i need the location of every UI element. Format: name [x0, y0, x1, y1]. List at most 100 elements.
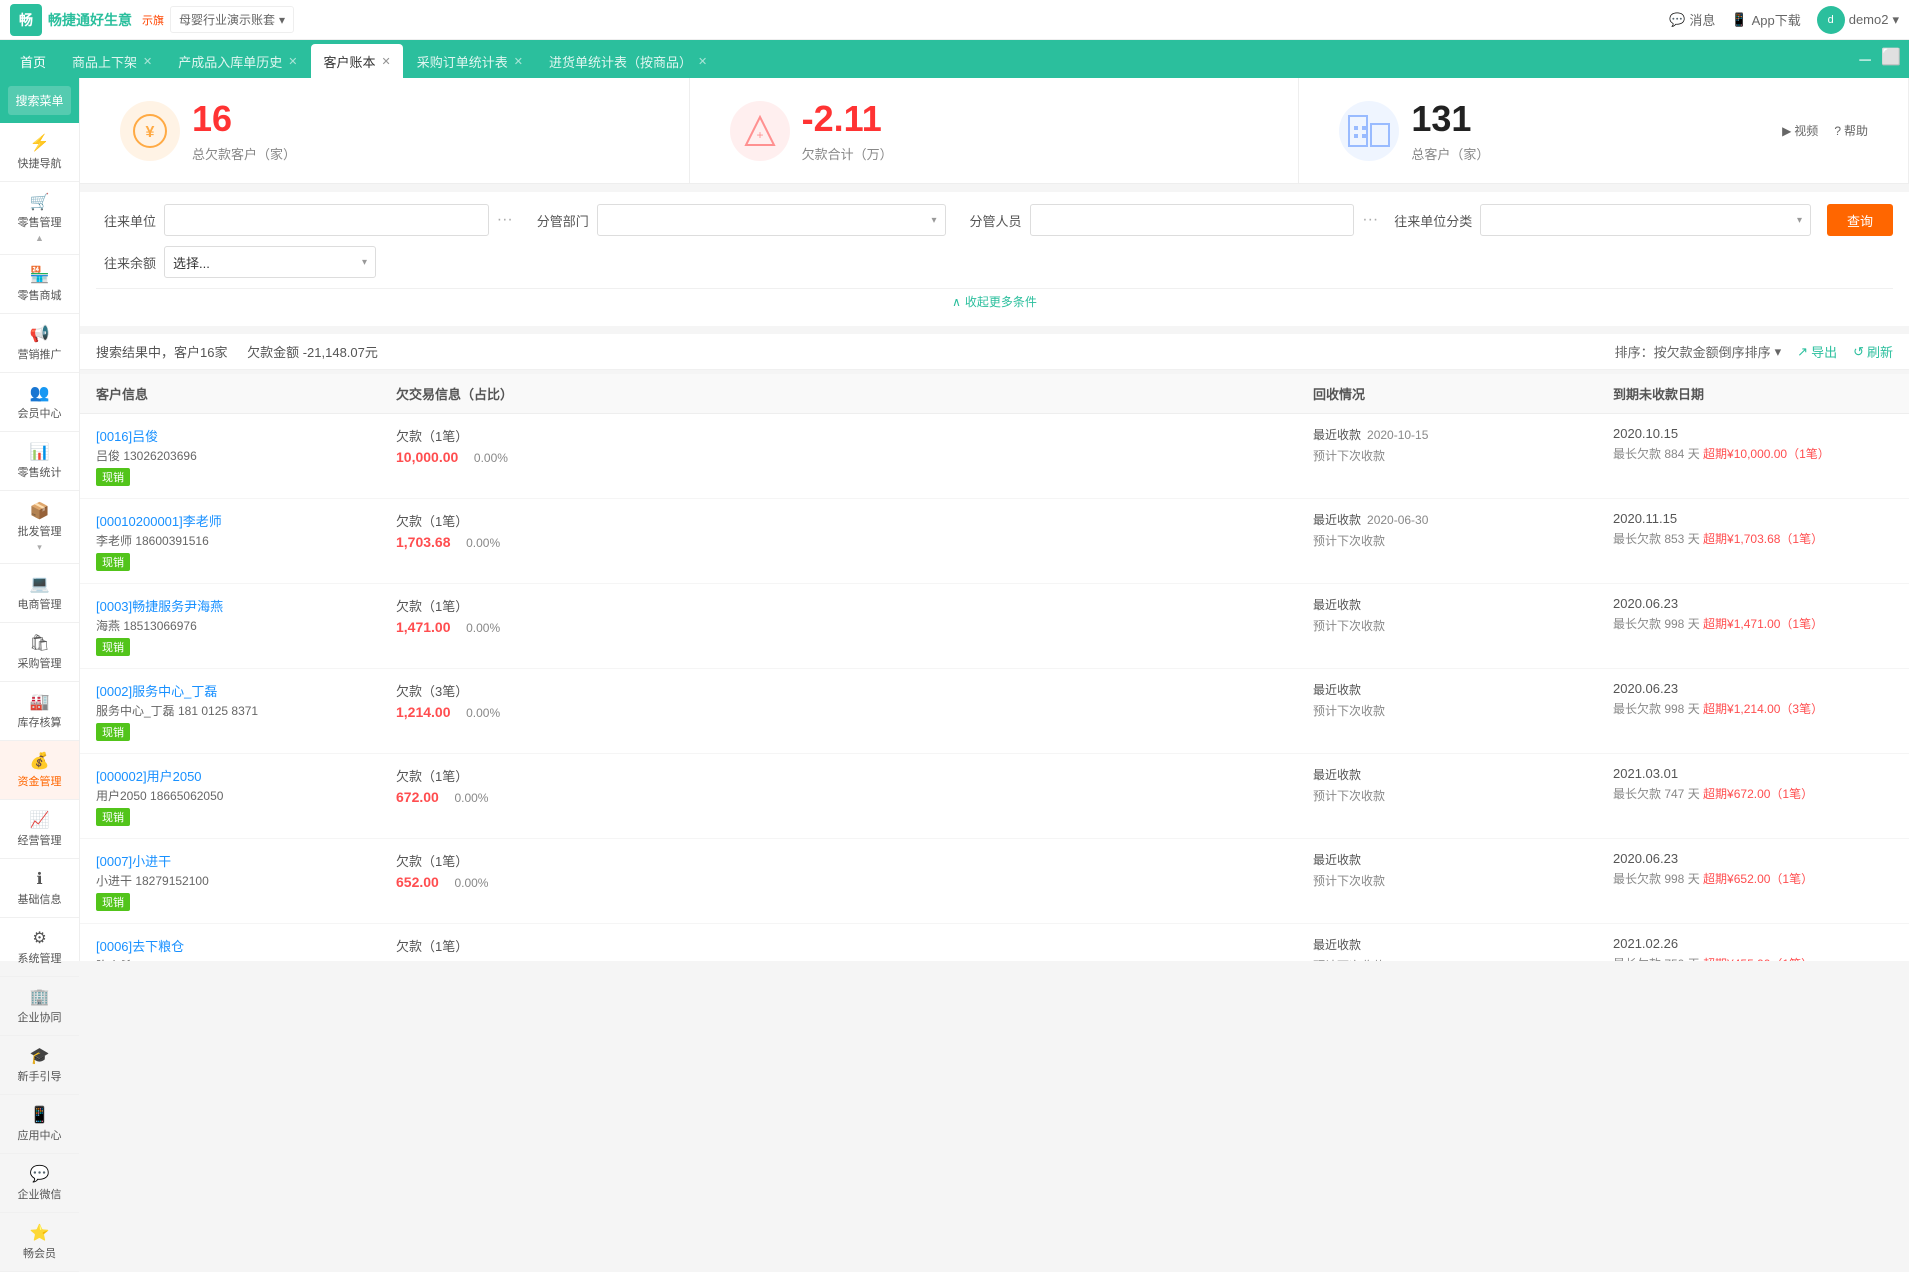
customer-phone: 陈小希	[96, 957, 396, 961]
main-layout: 搜索菜单 ⚡ 快捷导航 🛒 零售管理 ▲ 🏪 零售商城 📢 营销推广 👥	[0, 78, 1909, 961]
sidebar-item-label: 快捷导航	[4, 155, 75, 171]
app-download-btn[interactable]: 📱 App下载	[1731, 10, 1800, 29]
manager-ellipsis[interactable]: ···	[1362, 211, 1378, 229]
table-header: 客户信息 欠交易信息（占比） 回收情况 到期未收款日期	[80, 374, 1909, 414]
customer-name-link[interactable]: [00010200001]李老师	[96, 511, 396, 530]
customer-name-link[interactable]: [0007]小进干	[96, 851, 396, 870]
sidebar-item-purchase[interactable]: 🛍 采购管理	[0, 623, 79, 682]
sidebar-item-retail-store[interactable]: 🏪 零售商城	[0, 255, 79, 314]
company-select[interactable]: 母婴行业演示账套 ▾	[170, 6, 294, 33]
table-container: 客户信息 欠交易信息（占比） 回收情况 到期未收款日期 [0016]吕俊 吕俊 …	[80, 374, 1909, 961]
tab-close-icon[interactable]: ✕	[382, 55, 391, 68]
message-btn[interactable]: 💬 消息	[1669, 10, 1715, 29]
overdue-amount-link[interactable]: 超期¥1,471.00（1笔）	[1703, 617, 1823, 631]
customer-info: [0002]服务中心_丁磊 服务中心_丁磊 181 0125 8371 现销	[96, 681, 396, 741]
sidebar-item-label: 零售管理	[4, 214, 75, 230]
quick-nav-icon: ⚡	[4, 133, 75, 153]
debt-info: 欠款（1笔） 1,471.00 0.00%	[396, 596, 1313, 635]
debt-amount-icon: +	[730, 101, 790, 161]
debt-amount-label: 欠款合计（万）	[802, 144, 893, 163]
sidebar-item-capital[interactable]: 💰 资金管理	[0, 741, 79, 800]
overdue-amount-link[interactable]: 超期¥1,214.00（3笔）	[1703, 702, 1823, 716]
debt-info: 欠款（1笔） 455.90 0.00%	[396, 936, 1313, 961]
overdue-date: 2021.03.01	[1613, 766, 1893, 781]
sidebar-item-enterprise[interactable]: 🏢 企业协同	[0, 977, 79, 1036]
table-row: [0006]去下粮仓 陈小希 现销 欠款（1笔） 455.90 0.00% 最近…	[80, 924, 1909, 961]
sidebar-item-enterprise-wechat[interactable]: 💬 企业微信	[0, 1154, 79, 1213]
sidebar-item-retail-stats[interactable]: 📊 零售统计	[0, 432, 79, 491]
overdue-amount-link[interactable]: 超期¥672.00（1笔）	[1703, 787, 1813, 801]
help-btn[interactable]: ? 帮助	[1834, 122, 1868, 139]
sidebar-item-quick-nav[interactable]: ⚡ 快捷导航	[0, 123, 79, 182]
customer-info: [0006]去下粮仓 陈小希 现销	[96, 936, 396, 961]
unit-classify-label: 往来单位分类	[1394, 211, 1472, 230]
sidebar-item-ecommerce[interactable]: 💻 电商管理	[0, 564, 79, 623]
customer-name-link[interactable]: [0003]畅捷服务尹海燕	[96, 596, 396, 615]
sidebar-item-beginner[interactable]: 🎓 新手引导	[0, 1036, 79, 1095]
overdue-amount-link[interactable]: 超期¥455.90（1笔）	[1703, 957, 1813, 961]
sort-select[interactable]: 排序：按欠款金额倒序排序 ▾	[1615, 342, 1782, 361]
tab-customer-ledger[interactable]: 客户账本 ✕	[311, 44, 402, 78]
stats-row: ¥ 16 总欠款客户（家） + -2.11 欠款合计（万）	[80, 78, 1909, 184]
filter-dept: 分管部门 ▾	[529, 204, 946, 236]
sidebar-item-basic-info[interactable]: ℹ 基础信息	[0, 859, 79, 918]
from-unit-input[interactable]	[164, 204, 489, 236]
manager-input[interactable]	[1030, 204, 1355, 236]
search-btn[interactable]: 查询	[1827, 204, 1893, 236]
debt-amount: 1,703.68	[396, 534, 451, 550]
view-video-btn[interactable]: ▶ 视频	[1782, 122, 1818, 139]
sidebar-item-label: 畅会员	[4, 1245, 75, 1261]
overdue-amount-link[interactable]: 超期¥10,000.00（1笔）	[1703, 447, 1830, 461]
overdue-amount-link[interactable]: 超期¥1,703.68（1笔）	[1703, 532, 1823, 546]
debt-count: 欠款（1笔）	[396, 511, 1313, 530]
sidebar-item-system[interactable]: ⚙ 系统管理	[0, 918, 79, 977]
balance-select[interactable]: 选择... ▾	[164, 246, 376, 278]
top-right: 💬 消息 📱 App下载 d demo2 ▾	[1669, 6, 1899, 34]
customer-phone: 海燕 18513066976	[96, 617, 396, 634]
logo-text: 畅捷通好生意	[48, 10, 132, 30]
sidebar-item-operations[interactable]: 📈 经营管理	[0, 800, 79, 859]
tab-minimize-icon[interactable]: －	[1857, 47, 1873, 71]
overdue-days: 最长欠款 884 天 超期¥10,000.00（1笔）	[1613, 445, 1893, 462]
dept-select[interactable]: ▾	[597, 204, 946, 236]
from-unit-ellipsis[interactable]: ···	[497, 211, 513, 229]
export-btn[interactable]: ↗ 导出	[1797, 342, 1837, 361]
sidebar-item-member[interactable]: 👥 会员中心	[0, 373, 79, 432]
tab-close-icon[interactable]: ✕	[698, 55, 707, 68]
tab-goods-stats[interactable]: 进货单统计表（按商品） ✕	[537, 44, 719, 78]
customer-info: [0003]畅捷服务尹海燕 海燕 18513066976 现销	[96, 596, 396, 656]
customer-name-link[interactable]: [0002]服务中心_丁磊	[96, 681, 396, 700]
tab-purchase-stats[interactable]: 采购订单统计表 ✕	[405, 44, 535, 78]
tab-production-history[interactable]: 产成品入库单历史 ✕	[166, 44, 309, 78]
user-menu[interactable]: d demo2 ▾	[1817, 6, 1899, 34]
tab-product-listing[interactable]: 商品上下架 ✕	[60, 44, 164, 78]
sidebar-item-retail-mgmt[interactable]: 🛒 零售管理 ▲	[0, 182, 79, 255]
sidebar-item-vip[interactable]: ⭐ 畅会员	[0, 1213, 79, 1272]
tab-maximize-icon[interactable]: ⬜	[1881, 47, 1901, 71]
sidebar-item-inventory[interactable]: 🏭 库存核算	[0, 682, 79, 741]
refresh-btn[interactable]: ↺ 刷新	[1853, 342, 1893, 361]
overdue-date: 2020.06.23	[1613, 681, 1893, 696]
filter-row-1: 往来单位 ··· 分管部门 ▾ 分管人员 ··· 往来	[96, 204, 1893, 236]
table-row: [000002]用户2050 用户2050 18665062050 现销 欠款（…	[80, 754, 1909, 839]
customer-name-link[interactable]: [000002]用户2050	[96, 766, 396, 785]
sidebar-item-app-center[interactable]: 📱 应用中心	[0, 1095, 79, 1154]
customer-tag: 现销	[96, 553, 130, 571]
sidebar-item-label: 零售统计	[4, 464, 75, 480]
sidebar-search-btn[interactable]: 搜索菜单	[8, 86, 71, 115]
tab-home[interactable]: 首页	[8, 44, 58, 78]
collapse-btn[interactable]: ∧ 收起更多条件	[96, 288, 1893, 314]
debt-amount: 1,214.00	[396, 704, 451, 720]
filter-manager: 分管人员 ···	[962, 204, 1379, 236]
sidebar-item-batch-mgmt[interactable]: 📦 批发管理 ▾	[0, 491, 79, 564]
sidebar-item-label: 新手引导	[4, 1068, 75, 1084]
overdue-amount-link[interactable]: 超期¥652.00（1笔）	[1703, 872, 1813, 886]
tab-close-icon[interactable]: ✕	[514, 55, 523, 68]
sidebar-item-marketing[interactable]: 📢 营销推广	[0, 314, 79, 373]
customer-name-link[interactable]: [0006]去下粮仓	[96, 936, 396, 955]
tab-close-icon[interactable]: ✕	[288, 55, 297, 68]
customer-name-link[interactable]: [0016]吕俊	[96, 426, 396, 445]
debt-amount: 652.00	[396, 874, 439, 890]
unit-classify-select[interactable]: ▾	[1480, 204, 1811, 236]
tab-close-icon[interactable]: ✕	[143, 55, 152, 68]
